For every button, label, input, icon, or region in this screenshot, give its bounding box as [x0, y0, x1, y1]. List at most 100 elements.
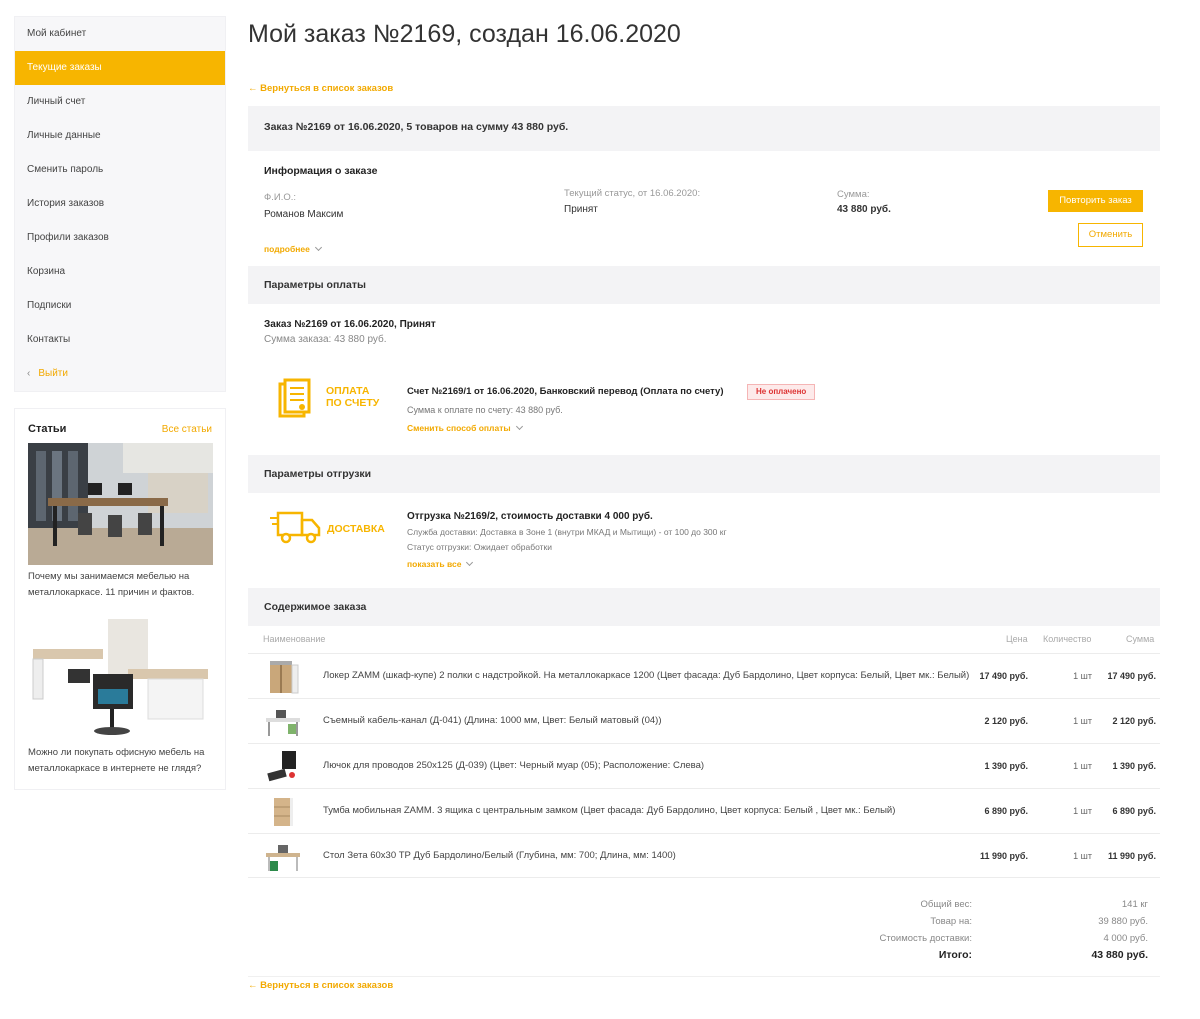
sidebar-item-contacts[interactable]: Контакты	[15, 323, 225, 357]
sidebar-item-change-password[interactable]: Сменить пароль	[15, 153, 225, 187]
article-1-text[interactable]: Почему мы занимаемся мебелью на металлок…	[28, 569, 212, 601]
show-all-link[interactable]: показать все	[407, 558, 474, 569]
order-summary-text: Заказ №2169 от 16.06.2020, 5 товаров на …	[264, 121, 569, 133]
article-1-image[interactable]	[28, 443, 213, 565]
sidebar-item-subscriptions[interactable]: Подписки	[15, 289, 225, 323]
sidebar-item-account[interactable]: Личный счет	[15, 85, 225, 119]
back-to-orders-link-top[interactable]: ← Вернуться в список заказов	[248, 83, 393, 94]
table-row: Стол Зета 60х30 ТР Дуб Бардолино/Белый (…	[248, 833, 1160, 878]
change-payment-link[interactable]: Сменить способ оплаты	[407, 422, 523, 433]
shipment-params-bar: Параметры отгрузки	[248, 455, 1160, 493]
sidebar-menu: Мой кабинет Текущие заказы Личный счет Л…	[14, 16, 226, 392]
articles-title: Статьи	[28, 423, 67, 435]
invoice-icon-line2: ПО СЧЕТУ	[326, 397, 380, 409]
shipment-service: Служба доставки: Доставка в Зоне 1 (внут…	[407, 527, 727, 537]
sum-value: 43 880 руб.	[837, 204, 891, 215]
invoice-icon-caption: ОПЛАТА ПО СЧЕТУ	[326, 385, 379, 409]
product-sum: 11 990 руб.	[1108, 851, 1156, 861]
all-articles-link[interactable]: Все статьи	[162, 424, 212, 435]
product-name[interactable]: Тумба мобильная ZAMM. 3 ящика с централь…	[323, 805, 895, 816]
product-thumbnail[interactable]	[262, 659, 304, 695]
logout-label: Выйти	[38, 368, 68, 379]
payment-params-title: Параметры оплаты	[264, 279, 366, 291]
product-sum: 2 120 руб.	[1112, 716, 1156, 726]
goods-total-label: Товар на:	[930, 916, 972, 927]
product-qty: 1 шт	[1073, 671, 1092, 681]
shipment-title: Отгрузка №2169/2, стоимость доставки 4 0…	[407, 511, 653, 522]
sum-label: Сумма:	[837, 189, 870, 200]
more-details-label: подробнее	[264, 244, 310, 254]
fio-value: Романов Максим	[264, 209, 344, 220]
product-sum: 6 890 руб.	[1112, 806, 1156, 816]
cancel-order-button[interactable]: Отменить	[1078, 223, 1143, 247]
chevron-down-icon	[515, 422, 523, 431]
chevron-down-icon	[466, 558, 474, 567]
repeat-order-button[interactable]: Повторить заказ	[1048, 190, 1143, 212]
sidebar-item-personal-data[interactable]: Личные данные	[15, 119, 225, 153]
sidebar-item-cart[interactable]: Корзина	[15, 255, 225, 289]
article-2-text[interactable]: Можно ли покупать офисную мебель на мета…	[28, 745, 212, 777]
order-contents-bar: Содержимое заказа	[248, 588, 1160, 626]
sidebar-item-cabinet[interactable]: Мой кабинет	[15, 17, 225, 51]
product-name[interactable]: Локер ZAMM (шкаф-купе) 2 полки с надстро…	[323, 670, 969, 681]
invoice-title: Счет №2169/1 от 16.06.2020, Банковский п…	[407, 386, 724, 397]
sidebar-item-order-history[interactable]: История заказов	[15, 187, 225, 221]
product-thumbnail[interactable]	[262, 794, 304, 830]
delivery-cost-value: 4 000 руб.	[1103, 933, 1148, 944]
delivery-icon-caption: ДОСТАВКА	[327, 523, 385, 535]
product-name[interactable]: Стол Зета 60х30 ТР Дуб Бардолино/Белый (…	[323, 850, 676, 861]
payment-order-sum: Сумма заказа: 43 880 руб.	[264, 334, 387, 345]
shipment-params-title: Параметры отгрузки	[264, 468, 372, 480]
invoice-icon-line1: ОПЛАТА	[326, 385, 370, 397]
table-row: Лючок для проводов 250х125 (Д-039) (Цвет…	[248, 743, 1160, 788]
product-qty: 1 шт	[1073, 716, 1092, 726]
order-info-title: Информация о заказе	[264, 165, 378, 177]
table-row: Съемный кабель-канал (Д-041) (Длина: 100…	[248, 698, 1160, 743]
more-details-link[interactable]: подробнее	[264, 243, 322, 254]
order-summary-bar: Заказ №2169 от 16.06.2020, 5 товаров на …	[248, 106, 1160, 151]
product-sum: 17 490 руб.	[1107, 671, 1156, 681]
back-to-orders-link-bottom[interactable]: ← Вернуться в список заказов	[248, 980, 393, 991]
column-header-price: Цена	[1006, 634, 1028, 644]
column-header-name: Наименование	[263, 634, 326, 644]
logout-link[interactable]: ‹ Выйти	[15, 357, 225, 391]
product-qty: 1 шт	[1073, 806, 1092, 816]
show-all-label: показать все	[407, 559, 462, 569]
column-header-qty: Количество	[1043, 634, 1092, 644]
grand-total-label: Итого:	[938, 949, 972, 961]
fio-label: Ф.И.О.:	[264, 192, 296, 203]
product-thumbnail[interactable]	[262, 749, 304, 785]
payment-status-badge: Не оплачено	[747, 384, 816, 400]
article-2-image[interactable]	[28, 619, 213, 741]
sidebar-item-current-orders[interactable]: Текущие заказы	[15, 51, 225, 85]
product-thumbnail[interactable]	[262, 704, 304, 740]
column-header-sum: Сумма	[1126, 634, 1155, 644]
status-value: Принят	[564, 204, 598, 215]
product-qty: 1 шт	[1073, 761, 1092, 771]
table-row: Локер ZAMM (шкаф-купе) 2 полки с надстро…	[248, 653, 1160, 698]
divider	[248, 976, 1160, 977]
payment-params-bar: Параметры оплаты	[248, 266, 1160, 304]
total-weight-label: Общий вес:	[920, 899, 972, 910]
delivery-cost-label: Стоимость доставки:	[879, 933, 972, 944]
chevron-left-icon: ‹	[27, 368, 31, 379]
product-name[interactable]: Съемный кабель-канал (Д-041) (Длина: 100…	[323, 715, 661, 726]
table-row: Тумба мобильная ZAMM. 3 ящика с централь…	[248, 788, 1160, 833]
product-price: 11 990 руб.	[980, 851, 1028, 861]
page-title: Мой заказ №2169, создан 16.06.2020	[248, 20, 681, 48]
articles-block: Статьи Все статьи Почему мы занимаемся м…	[14, 408, 226, 790]
product-name[interactable]: Лючок для проводов 250х125 (Д-039) (Цвет…	[323, 760, 704, 771]
change-payment-label: Сменить способ оплаты	[407, 423, 511, 433]
product-sum: 1 390 руб.	[1112, 761, 1156, 771]
sidebar-item-order-profiles[interactable]: Профили заказов	[15, 221, 225, 255]
product-thumbnail[interactable]	[262, 839, 304, 875]
product-qty: 1 шт	[1073, 851, 1092, 861]
grand-total-value: 43 880 руб.	[1091, 949, 1148, 961]
total-weight-value: 141 кг	[1121, 899, 1148, 910]
product-price: 1 390 руб.	[984, 761, 1028, 771]
status-label: Текущий статус, от 16.06.2020:	[564, 188, 701, 199]
chevron-down-icon	[314, 243, 322, 252]
product-price: 2 120 руб.	[984, 716, 1028, 726]
product-price: 6 890 руб.	[984, 806, 1028, 816]
product-price: 17 490 руб.	[979, 671, 1028, 681]
